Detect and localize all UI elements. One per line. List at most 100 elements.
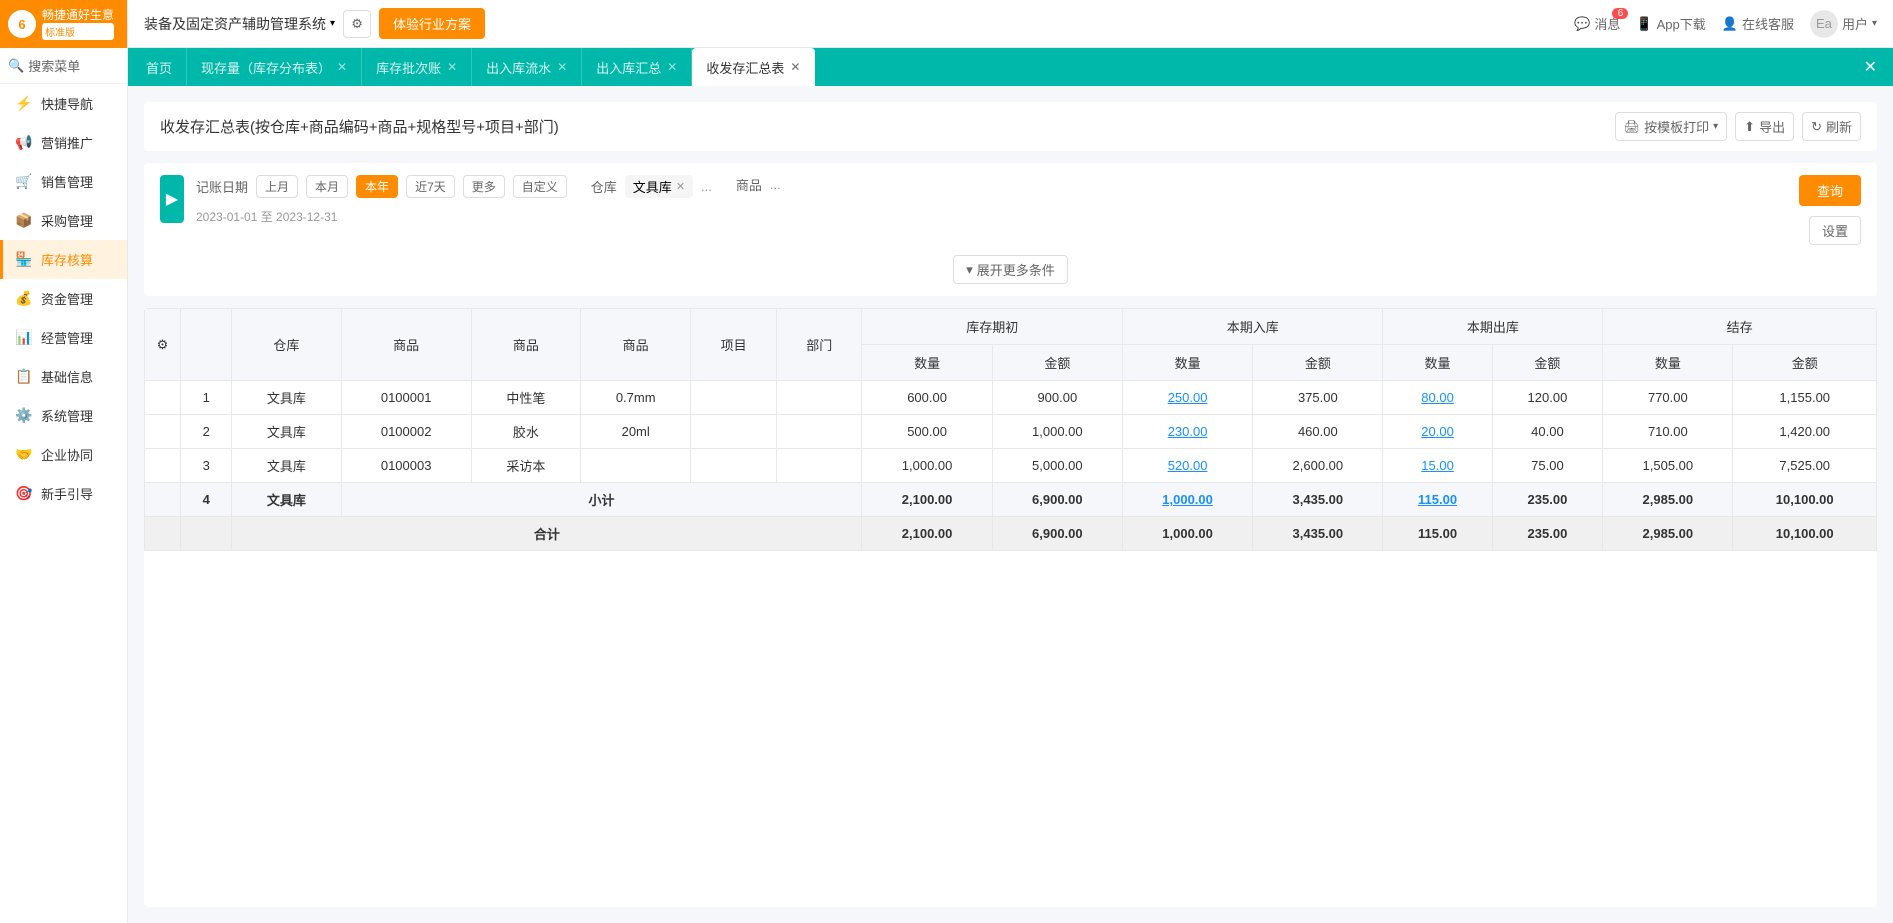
warehouse-more-btn[interactable]: ... [701, 179, 712, 194]
date-btn-custom[interactable]: 自定义 [513, 175, 567, 198]
warehouse-tag-close[interactable]: ✕ [676, 180, 685, 193]
print-button[interactable]: 🖨 按模板打印 ▾ [1615, 112, 1728, 141]
user-avatar: Ea [1810, 10, 1838, 38]
goods-more-btn[interactable]: ... [770, 177, 781, 192]
col-goodsname-header: 商品 [471, 309, 580, 381]
row-index: 1 [181, 381, 232, 415]
tab-bar-close-all[interactable]: ✕ [1852, 57, 1889, 77]
subtotal-closing-qty: 2,985.00 [1603, 483, 1733, 517]
row-in-qty[interactable]: 230.00 [1122, 415, 1252, 449]
row-out-qty[interactable]: 20.00 [1383, 415, 1492, 449]
date-filter-label: 记账日期 [196, 177, 248, 196]
settings-button[interactable]: ⚙ [343, 10, 371, 38]
tab-inventory-dist-label: 现存量（库存分布表） [201, 58, 331, 77]
tab-home-label: 首页 [146, 58, 172, 77]
date-btn-more[interactable]: 更多 [463, 175, 505, 198]
subtotal-in-amt: 3,435.00 [1253, 483, 1383, 517]
sidebar-item-marketing[interactable]: 📢 营销推广 [0, 123, 127, 162]
page-container: 收发存汇总表(按仓库+商品编码+商品+规格型号+项目+部门) 🖨 按模板打印 ▾… [128, 86, 1893, 923]
sidebar-label-marketing: 营销推广 [41, 133, 93, 152]
subtotal-settings-cell [145, 483, 181, 517]
tab-in-out-flow-label: 出入库流水 [486, 58, 551, 77]
sidebar-item-inventory[interactable]: 🏪 库存核算 [0, 240, 127, 279]
user-action[interactable]: Ea 用户 ▾ [1810, 10, 1877, 38]
row-in-qty[interactable]: 520.00 [1122, 449, 1252, 483]
app-badge: 标准版 [42, 23, 114, 40]
tab-in-out-summary[interactable]: 出入库汇总 ✕ [582, 48, 692, 86]
tab-batch-account-close[interactable]: ✕ [447, 60, 457, 74]
col-warehouse-header: 仓库 [232, 309, 341, 381]
row-warehouse: 文具库 [232, 415, 341, 449]
subtotal-closing-amt: 10,100.00 [1733, 483, 1877, 517]
table-settings-icon[interactable]: ⚙ [157, 337, 169, 352]
date-filter-buttons: 上月 本月 本年 近7天 更多 自定义 [256, 175, 567, 198]
app-download-action[interactable]: 📱 App下载 [1636, 14, 1705, 33]
export-button[interactable]: ⬆ 导出 [1735, 112, 1794, 141]
system-title-dropdown[interactable]: 装备及固定资产辅助管理系统 ▾ [144, 14, 335, 34]
subtotal-in-qty[interactable]: 1,000.00 [1122, 483, 1252, 517]
tab-in-out-summary-close[interactable]: ✕ [667, 60, 677, 74]
row-out-qty[interactable]: 15.00 [1383, 449, 1492, 483]
row-out-qty[interactable]: 80.00 [1383, 381, 1492, 415]
subtotal-row: 4 文具库 小计 2,100.00 6,900.00 1,000.00 3,43… [145, 483, 1877, 517]
date-btn-7days[interactable]: 近7天 [406, 175, 455, 198]
sidebar-item-sales[interactable]: 🛒 销售管理 [0, 162, 127, 201]
sidebar-item-quick-nav[interactable]: ⚡ 快捷导航 [0, 84, 127, 123]
system-icon: ⚙️ [15, 407, 33, 425]
sidebar-item-purchase[interactable]: 📦 采购管理 [0, 201, 127, 240]
row-goods-name: 采访本 [471, 449, 580, 483]
print-icon: 🖨 [1624, 119, 1641, 135]
row-opening-qty: 500.00 [862, 415, 992, 449]
date-range-text: 2023-01-01 至 2023-12-31 [196, 210, 337, 224]
subtotal-out-qty[interactable]: 115.00 [1383, 483, 1492, 517]
sidebar-item-finance[interactable]: 💰 资金管理 [0, 279, 127, 318]
row-goods-code: 0100003 [341, 449, 471, 483]
row-project [691, 415, 777, 449]
message-action[interactable]: 💬 消息 6 [1574, 14, 1620, 33]
tab-inventory-dist[interactable]: 现存量（库存分布表） ✕ [187, 48, 362, 86]
data-table: ⚙ 仓库 商品 商品 商品 项目 部门 库存期初 本期入库 本期出库 [144, 308, 1877, 551]
expand-more-btn[interactable]: ▾ 展开更多条件 [953, 255, 1068, 284]
system-title: 装备及固定资产辅助管理系统 [144, 14, 326, 34]
tab-home[interactable]: 首页 [132, 48, 187, 86]
tab-bar: 首页 现存量（库存分布表） ✕ 库存批次账 ✕ 出入库流水 ✕ 出入库汇总 ✕ … [128, 48, 1893, 86]
set-button[interactable]: 设置 [1809, 216, 1861, 245]
tab-recv-send-summary[interactable]: 收发存汇总表 ✕ [692, 48, 815, 86]
date-btn-this-year[interactable]: 本年 [356, 175, 398, 198]
col-out-qty: 数量 [1383, 345, 1492, 381]
refresh-button[interactable]: ↻ 刷新 [1802, 112, 1861, 141]
sidebar-item-basic[interactable]: 📋 基础信息 [0, 357, 127, 396]
sidebar-label-system: 系统管理 [41, 406, 93, 425]
tab-batch-account[interactable]: 库存批次账 ✕ [362, 48, 472, 86]
sidebar-item-operations[interactable]: 📊 经营管理 [0, 318, 127, 357]
search-menu[interactable]: 🔍 搜索菜单 [0, 48, 127, 84]
online-service-action[interactable]: 👤 在线客服 [1722, 14, 1794, 33]
trial-button[interactable]: 体验行业方案 [379, 8, 485, 39]
date-btn-this-month[interactable]: 本月 [306, 175, 348, 198]
total-opening-qty: 2,100.00 [862, 517, 992, 551]
query-button[interactable]: 查询 [1799, 175, 1861, 206]
warehouse-filter-tag: 文具库 ✕ [625, 175, 693, 198]
filter-sidebar-actions: 查询 设置 [1799, 175, 1861, 245]
warehouse-tag-value: 文具库 [633, 177, 672, 196]
row-settings-cell [145, 415, 181, 449]
sidebar-item-guide[interactable]: 🎯 新手引导 [0, 474, 127, 513]
col-in-qty: 数量 [1122, 345, 1252, 381]
tab-in-out-flow[interactable]: 出入库流水 ✕ [472, 48, 582, 86]
sidebar-item-corp[interactable]: 🤝 企业协同 [0, 435, 127, 474]
tab-recv-send-summary-close[interactable]: ✕ [790, 60, 800, 74]
tab-inventory-dist-close[interactable]: ✕ [337, 60, 347, 74]
finance-icon: 💰 [15, 290, 33, 308]
date-btn-last-month[interactable]: 上月 [256, 175, 298, 198]
row-closing-qty: 770.00 [1603, 381, 1733, 415]
row-in-qty[interactable]: 250.00 [1122, 381, 1252, 415]
filter-toggle-btn[interactable]: ▶ [160, 175, 184, 223]
col-settings[interactable]: ⚙ [145, 309, 181, 381]
sidebar-label-quick-nav: 快捷导航 [41, 94, 93, 113]
tab-in-out-flow-close[interactable]: ✕ [557, 60, 567, 74]
export-label: 导出 [1759, 117, 1785, 136]
sidebar-item-system[interactable]: ⚙️ 系统管理 [0, 396, 127, 435]
col-goodscode-header: 商品 [341, 309, 471, 381]
row-opening-amt: 1,000.00 [992, 415, 1122, 449]
filter-grid: 记账日期 上月 本月 本年 近7天 更多 自定义 [196, 175, 1787, 198]
